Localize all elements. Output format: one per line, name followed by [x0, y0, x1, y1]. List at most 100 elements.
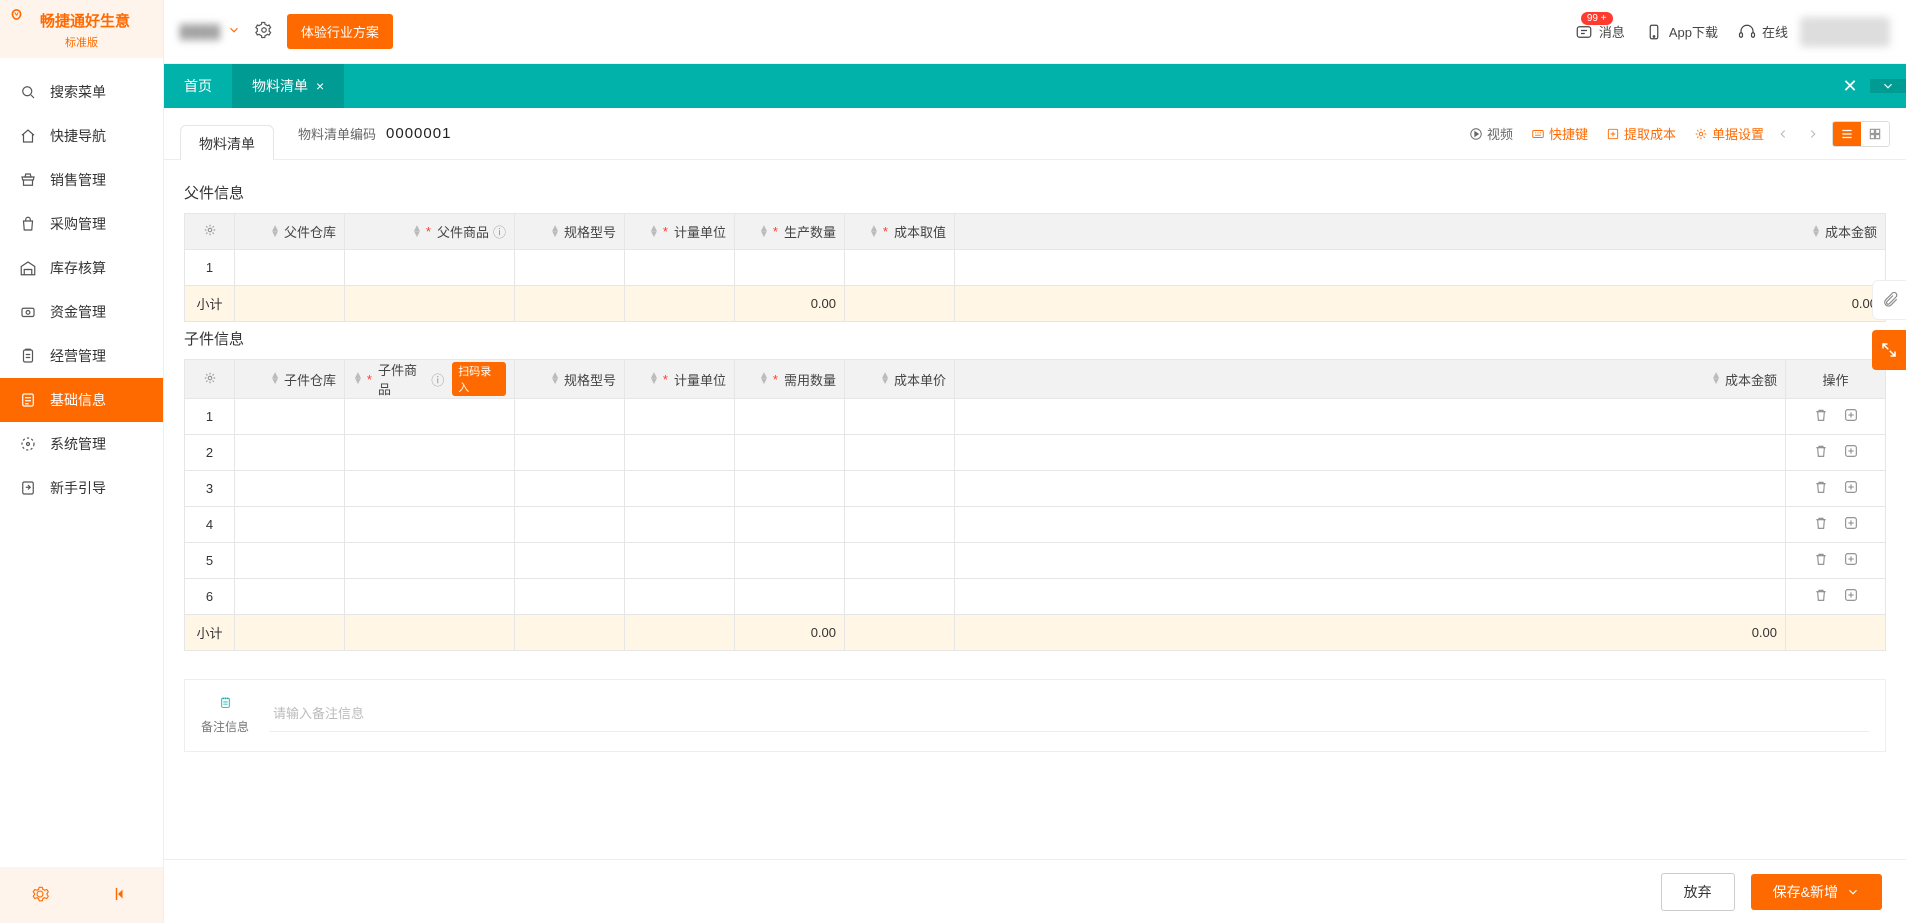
col-parent-unit[interactable]: ▲▼*计量单位 — [625, 214, 735, 250]
sidebar-item-label: 快捷导航 — [50, 126, 106, 146]
table-row[interactable]: 3 — [185, 471, 1886, 507]
doc-code-value: 0000001 — [386, 125, 451, 142]
gear-column[interactable] — [185, 214, 235, 250]
col-child-qty[interactable]: ▲▼*需用数量 — [735, 360, 845, 399]
search-icon — [18, 82, 38, 102]
sidebar-item[interactable]: 经营管理 — [0, 334, 163, 378]
add-row-icon[interactable] — [1843, 479, 1859, 498]
col-child-warehouse[interactable]: ▲▼子件仓库 — [235, 360, 345, 399]
tab-home[interactable]: 首页 — [164, 64, 232, 108]
brand-edition: 标准版 — [10, 34, 153, 50]
col-parent-cost-method[interactable]: ▲▼*成本取值 — [845, 214, 955, 250]
sidebar-item-label: 库存核算 — [50, 258, 106, 278]
shop-icon — [18, 170, 38, 190]
doc-settings-link[interactable]: 单据设置 — [1694, 124, 1764, 143]
sidebar-item-label: 销售管理 — [50, 170, 106, 190]
sidebar-item[interactable]: 采购管理 — [0, 202, 163, 246]
online-service-link[interactable]: 在线 — [1738, 22, 1788, 41]
remarks-input[interactable] — [269, 696, 1869, 732]
table-row[interactable]: 6 — [185, 579, 1886, 615]
messages-link[interactable]: 99 + 消息 — [1575, 22, 1625, 41]
delete-row-icon[interactable] — [1813, 551, 1829, 570]
sidebar-item-label: 资金管理 — [50, 302, 106, 322]
col-child-cost-amount[interactable]: ▲▼成本金额 — [955, 360, 1786, 399]
expand-icon[interactable] — [1872, 330, 1906, 370]
topbar: ████ 体验行业方案 99 + 消息 App下载 在线 — [164, 0, 1906, 64]
col-child-unit[interactable]: ▲▼*计量单位 — [625, 360, 735, 399]
shortcut-link[interactable]: 快捷键 — [1531, 124, 1588, 143]
company-selector[interactable]: ████ — [180, 23, 241, 40]
child-tbody: 123456小计0.000.00 — [185, 399, 1886, 651]
delete-row-icon[interactable] — [1813, 443, 1829, 462]
tab-label: 物料清单 — [252, 76, 308, 96]
col-child-product[interactable]: ▲▼*子件商品ⓘ扫码录入 — [345, 360, 515, 399]
form-icon — [18, 390, 38, 410]
online-label: 在线 — [1762, 22, 1788, 41]
table-row[interactable]: 2 — [185, 435, 1886, 471]
col-parent-cost-amount[interactable]: ▲▼成本金额 — [955, 214, 1886, 250]
add-row-icon[interactable] — [1843, 515, 1859, 534]
topbar-settings-icon[interactable] — [255, 21, 273, 42]
add-row-icon[interactable] — [1843, 551, 1859, 570]
col-parent-qty[interactable]: ▲▼*生产数量 — [735, 214, 845, 250]
view-toggle — [1832, 121, 1890, 147]
view-grid-icon[interactable] — [1861, 122, 1889, 146]
doc-settings-label: 单据设置 — [1712, 124, 1764, 143]
sidebar-item-label: 基础信息 — [50, 390, 106, 410]
brand-block: 畅捷通好生意 标准版 — [0, 0, 163, 58]
close-all-tabs-icon[interactable]: ✕ — [1830, 76, 1870, 97]
collapse-sidebar-icon[interactable] — [112, 885, 132, 905]
page-tab-title: 物料清单 — [180, 125, 274, 162]
sidebar-item[interactable]: 搜索菜单 — [0, 70, 163, 114]
delete-row-icon[interactable] — [1813, 407, 1829, 426]
sidebar-item[interactable]: 资金管理 — [0, 290, 163, 334]
sidebar-item[interactable]: 快捷导航 — [0, 114, 163, 158]
extract-cost-link[interactable]: 提取成本 — [1606, 124, 1676, 143]
user-avatar-blurred[interactable] — [1800, 17, 1890, 47]
delete-row-icon[interactable] — [1813, 479, 1829, 498]
add-row-icon[interactable] — [1843, 587, 1859, 606]
video-link[interactable]: 视频 — [1469, 124, 1513, 143]
prev-doc-icon[interactable] — [1772, 123, 1794, 145]
sidebar-item-label: 搜索菜单 — [50, 82, 106, 102]
table-row[interactable]: 5 — [185, 543, 1886, 579]
sidebar-item[interactable]: 销售管理 — [0, 158, 163, 202]
parent-section-title: 父件信息 — [184, 182, 1886, 203]
table-row[interactable]: 1 — [185, 250, 1886, 286]
trial-button[interactable]: 体验行业方案 — [287, 14, 393, 49]
delete-row-icon[interactable] — [1813, 587, 1829, 606]
main-area: ████ 体验行业方案 99 + 消息 App下载 在线 — [164, 0, 1906, 923]
col-parent-warehouse[interactable]: ▲▼父件仓库 — [235, 214, 345, 250]
app-download-link[interactable]: App下载 — [1645, 22, 1718, 41]
col-parent-product[interactable]: ▲▼*父件商品ⓘ — [345, 214, 515, 250]
sidebar-item[interactable]: 库存核算 — [0, 246, 163, 290]
brand-logo-icon — [10, 8, 34, 32]
sidebar-item[interactable]: 基础信息 — [0, 378, 163, 422]
child-subtotal-row: 小计0.000.00 — [185, 615, 1886, 651]
attachment-icon[interactable] — [1872, 280, 1906, 320]
table-row[interactable]: 1 — [185, 399, 1886, 435]
scan-input-tag[interactable]: 扫码录入 — [452, 362, 506, 396]
add-row-icon[interactable] — [1843, 407, 1859, 426]
next-doc-icon[interactable] — [1802, 123, 1824, 145]
table-row[interactable]: 4 — [185, 507, 1886, 543]
gear-column[interactable] — [185, 360, 235, 399]
settings-icon[interactable] — [31, 885, 51, 905]
tab-close-icon[interactable]: × — [316, 78, 324, 94]
discard-button[interactable]: 放弃 — [1661, 873, 1735, 911]
help-icon[interactable]: ⓘ — [493, 222, 506, 241]
delete-row-icon[interactable] — [1813, 515, 1829, 534]
sidebar-item[interactable]: 系统管理 — [0, 422, 163, 466]
bag-icon — [18, 214, 38, 234]
help-icon[interactable]: ⓘ — [431, 370, 444, 389]
save-new-button[interactable]: 保存&新增 — [1751, 874, 1882, 910]
more-tabs-icon[interactable] — [1870, 79, 1906, 93]
tab-bom[interactable]: 物料清单 × — [232, 64, 344, 108]
sidebar-item[interactable]: 新手引导 — [0, 466, 163, 510]
col-child-spec[interactable]: ▲▼规格型号 — [515, 360, 625, 399]
view-list-icon[interactable] — [1833, 122, 1861, 146]
col-child-unit-cost[interactable]: ▲▼成本单价 — [845, 360, 955, 399]
add-row-icon[interactable] — [1843, 443, 1859, 462]
col-parent-spec[interactable]: ▲▼规格型号 — [515, 214, 625, 250]
video-label: 视频 — [1487, 124, 1513, 143]
